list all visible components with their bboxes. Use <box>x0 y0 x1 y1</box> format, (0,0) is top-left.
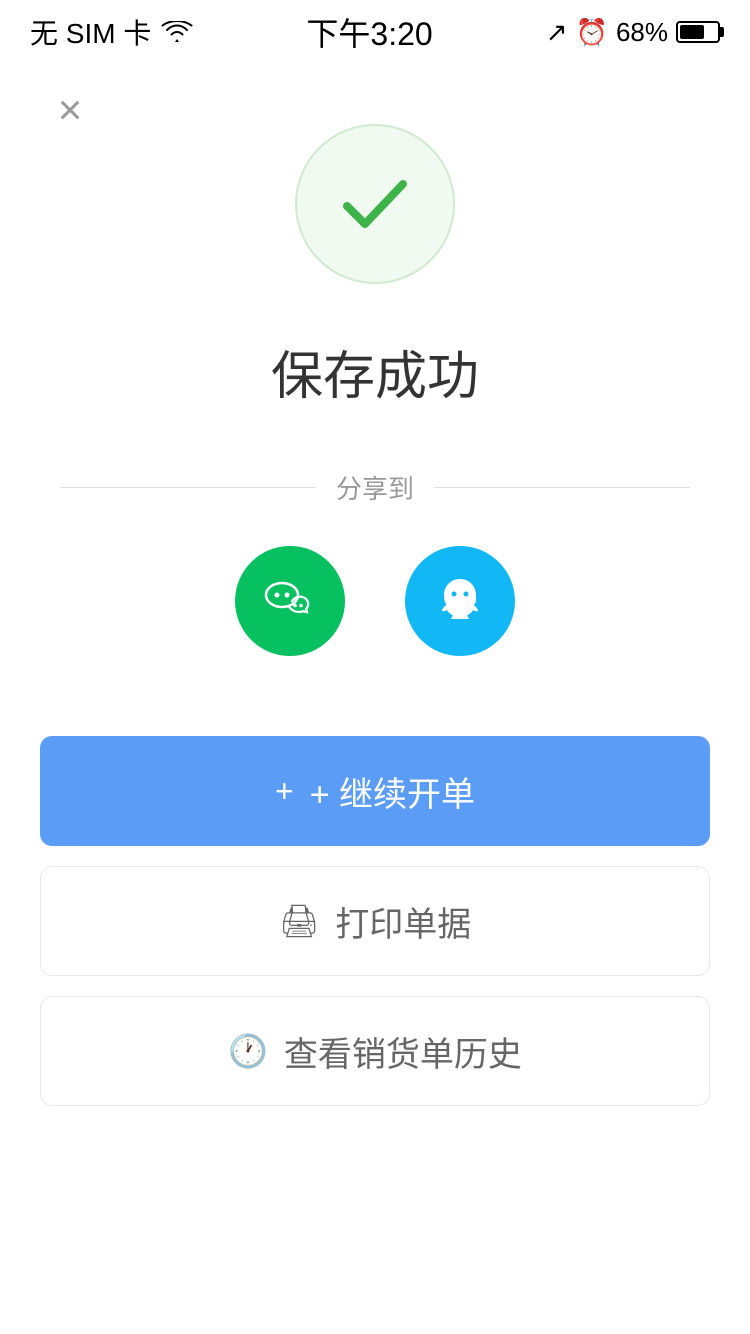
print-label: 打印单据 <box>335 897 471 946</box>
main-content: 保存成功 分享到 <box>0 64 750 1106</box>
print-button[interactable]: 🖨 打印单据 <box>40 866 710 976</box>
print-icon: 🖨 <box>279 902 320 940</box>
status-left: 无 SIM 卡 <box>30 12 193 52</box>
share-divider: 分享到 <box>0 469 750 506</box>
qq-share-button[interactable] <box>405 546 515 656</box>
alarm-icon: ⏰ <box>576 17 608 48</box>
action-buttons: + + 继续开单 🖨 打印单据 🕐 查看销货单历史 <box>0 736 750 1106</box>
close-button[interactable]: × <box>40 80 100 140</box>
success-title: 保存成功 <box>271 334 479 409</box>
share-label: 分享到 <box>316 469 434 506</box>
history-button[interactable]: 🕐 查看销货单历史 <box>40 996 710 1106</box>
plus-icon: + <box>275 773 294 810</box>
divider-left <box>60 487 316 488</box>
share-buttons <box>235 546 515 656</box>
battery-text: 68% <box>616 17 668 48</box>
wechat-share-button[interactable] <box>235 546 345 656</box>
wechat-icon <box>260 571 320 631</box>
no-sim-text: 无 SIM 卡 <box>30 12 151 52</box>
wifi-icon <box>161 21 193 43</box>
history-icon: 🕐 <box>228 1032 268 1070</box>
continue-button[interactable]: + + 继续开单 <box>40 736 710 846</box>
status-bar: 无 SIM 卡 下午3:20 ↗ ⏰ 68% <box>0 0 750 64</box>
checkmark-icon <box>335 164 415 244</box>
continue-label: + 继续开单 <box>310 767 475 816</box>
status-right: ↗ ⏰ 68% <box>546 17 720 48</box>
battery-indicator <box>676 21 720 43</box>
close-icon: × <box>58 89 83 131</box>
location-icon: ↗ <box>546 17 568 48</box>
history-label: 查看销货单历史 <box>284 1027 522 1076</box>
divider-right <box>434 487 690 488</box>
success-circle <box>295 124 455 284</box>
status-time: 下午3:20 <box>306 9 432 55</box>
qq-icon <box>430 571 490 631</box>
